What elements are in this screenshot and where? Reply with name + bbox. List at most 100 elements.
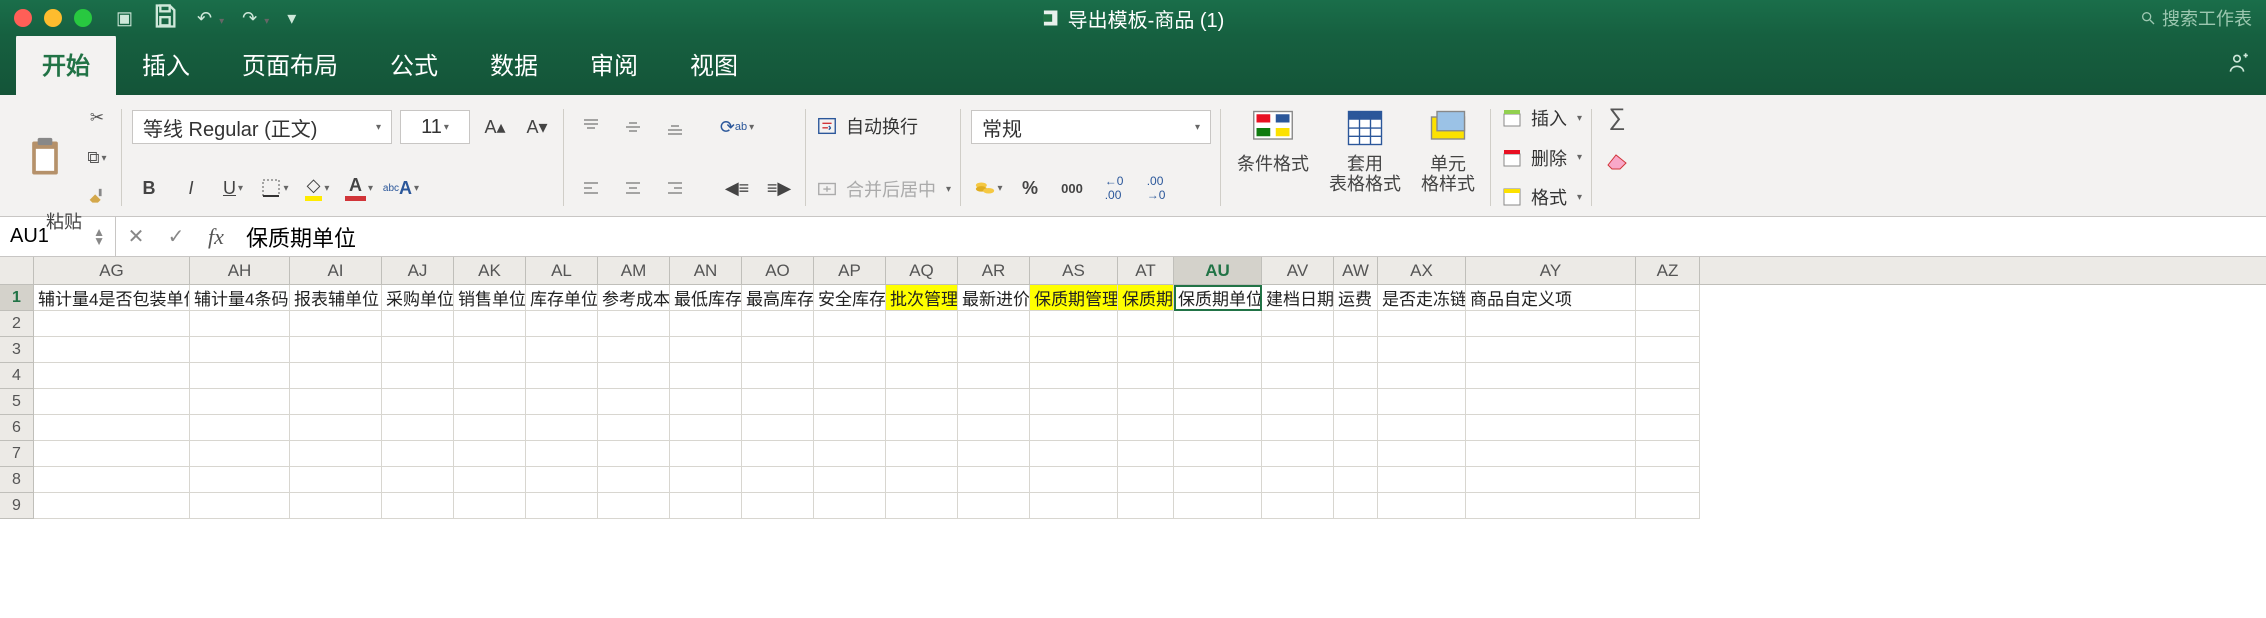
cell-AO4[interactable] xyxy=(742,363,814,389)
cell-AG6[interactable] xyxy=(34,415,190,441)
cell-AY7[interactable] xyxy=(1466,441,1636,467)
align-left-button[interactable] xyxy=(574,173,608,203)
close-window-button[interactable] xyxy=(14,9,32,27)
cell-AT8[interactable] xyxy=(1118,467,1174,493)
conditional-formatting-button[interactable]: 条件格式 xyxy=(1231,103,1315,212)
cell-AL8[interactable] xyxy=(526,467,598,493)
column-header-AH[interactable]: AH xyxy=(190,257,290,284)
cell-AZ2[interactable] xyxy=(1636,311,1700,337)
autosave-icon[interactable]: ▣ xyxy=(116,8,133,29)
cell-AN4[interactable] xyxy=(670,363,742,389)
cell-AW1[interactable]: 运费 xyxy=(1334,285,1378,311)
cell-AU5[interactable] xyxy=(1174,389,1262,415)
row-header-9[interactable]: 9 xyxy=(0,493,34,519)
row-header-7[interactable]: 7 xyxy=(0,441,34,467)
row-header-5[interactable]: 5 xyxy=(0,389,34,415)
cell-AX7[interactable] xyxy=(1378,441,1466,467)
cell-AM1[interactable]: 参考成本 xyxy=(598,285,670,311)
cell-AR7[interactable] xyxy=(958,441,1030,467)
cell-AG7[interactable] xyxy=(34,441,190,467)
cut-icon[interactable]: ✂ xyxy=(82,103,112,133)
cell-AT6[interactable] xyxy=(1118,415,1174,441)
cell-AX2[interactable] xyxy=(1378,311,1466,337)
column-header-AV[interactable]: AV xyxy=(1262,257,1334,284)
cell-AP8[interactable] xyxy=(814,467,886,493)
cell-AW4[interactable] xyxy=(1334,363,1378,389)
tab-view[interactable]: 视图 xyxy=(664,34,764,95)
cell-AX5[interactable] xyxy=(1378,389,1466,415)
cell-AZ8[interactable] xyxy=(1636,467,1700,493)
cell-AJ4[interactable] xyxy=(382,363,454,389)
cell-AO9[interactable] xyxy=(742,493,814,519)
tab-insert[interactable]: 插入 xyxy=(116,34,216,95)
cell-AS2[interactable] xyxy=(1030,311,1118,337)
cell-AK8[interactable] xyxy=(454,467,526,493)
cell-AZ9[interactable] xyxy=(1636,493,1700,519)
cell-AX4[interactable] xyxy=(1378,363,1466,389)
cell-AY2[interactable] xyxy=(1466,311,1636,337)
cell-AN9[interactable] xyxy=(670,493,742,519)
cell-AM6[interactable] xyxy=(598,415,670,441)
cell-AL5[interactable] xyxy=(526,389,598,415)
cell-AY4[interactable] xyxy=(1466,363,1636,389)
cell-AR9[interactable] xyxy=(958,493,1030,519)
column-header-AU[interactable]: AU xyxy=(1174,257,1262,284)
cell-AM7[interactable] xyxy=(598,441,670,467)
align-top-button[interactable] xyxy=(574,112,608,142)
italic-button[interactable]: I xyxy=(174,173,208,203)
wrap-text-button[interactable]: 自动换行 xyxy=(816,111,951,141)
cell-AP1[interactable]: 安全库存 xyxy=(814,285,886,311)
cell-AR4[interactable] xyxy=(958,363,1030,389)
cell-AQ9[interactable] xyxy=(886,493,958,519)
cell-AI8[interactable] xyxy=(290,467,382,493)
cell-AJ3[interactable] xyxy=(382,337,454,363)
redo-icon[interactable]: ↷ ▾ xyxy=(242,8,269,29)
cell-AO8[interactable] xyxy=(742,467,814,493)
cell-AI3[interactable] xyxy=(290,337,382,363)
cell-AH6[interactable] xyxy=(190,415,290,441)
cell-AM9[interactable] xyxy=(598,493,670,519)
cell-AK7[interactable] xyxy=(454,441,526,467)
format-painter-icon[interactable] xyxy=(82,183,112,213)
cell-AZ1[interactable] xyxy=(1636,285,1700,311)
cell-AU6[interactable] xyxy=(1174,415,1262,441)
column-header-AX[interactable]: AX xyxy=(1378,257,1466,284)
font-size-select[interactable]: 11▾ xyxy=(400,110,470,144)
phonetic-button[interactable]: abcA▾ xyxy=(384,173,418,203)
cell-AR1[interactable]: 最新进价 xyxy=(958,285,1030,311)
cell-AG8[interactable] xyxy=(34,467,190,493)
cell-AV7[interactable] xyxy=(1262,441,1334,467)
cell-AZ5[interactable] xyxy=(1636,389,1700,415)
cell-AN2[interactable] xyxy=(670,311,742,337)
cell-AP7[interactable] xyxy=(814,441,886,467)
cell-AG3[interactable] xyxy=(34,337,190,363)
cell-AV5[interactable] xyxy=(1262,389,1334,415)
cell-AQ7[interactable] xyxy=(886,441,958,467)
column-header-AR[interactable]: AR xyxy=(958,257,1030,284)
cell-AS4[interactable] xyxy=(1030,363,1118,389)
copy-icon[interactable]: ⧉ ▾ xyxy=(82,143,112,173)
column-header-AO[interactable]: AO xyxy=(742,257,814,284)
shrink-font-button[interactable]: A▾ xyxy=(520,112,554,142)
cell-AI6[interactable] xyxy=(290,415,382,441)
insert-cells-button[interactable]: 插入▾ xyxy=(1501,103,1582,133)
column-header-AT[interactable]: AT xyxy=(1118,257,1174,284)
cell-AH8[interactable] xyxy=(190,467,290,493)
cell-AJ7[interactable] xyxy=(382,441,454,467)
row-header-6[interactable]: 6 xyxy=(0,415,34,441)
cancel-formula-button[interactable]: ✕ xyxy=(116,224,156,249)
format-as-table-button[interactable]: 套用 表格格式 xyxy=(1323,103,1407,212)
cell-AJ2[interactable] xyxy=(382,311,454,337)
cell-AL4[interactable] xyxy=(526,363,598,389)
cell-AM2[interactable] xyxy=(598,311,670,337)
column-header-AY[interactable]: AY xyxy=(1466,257,1636,284)
cell-AX9[interactable] xyxy=(1378,493,1466,519)
row-header-1[interactable]: 1 xyxy=(0,285,34,311)
row-header-2[interactable]: 2 xyxy=(0,311,34,337)
cell-AW6[interactable] xyxy=(1334,415,1378,441)
cell-AJ5[interactable] xyxy=(382,389,454,415)
cell-AP4[interactable] xyxy=(814,363,886,389)
cell-AS9[interactable] xyxy=(1030,493,1118,519)
cell-AQ6[interactable] xyxy=(886,415,958,441)
cell-AU9[interactable] xyxy=(1174,493,1262,519)
